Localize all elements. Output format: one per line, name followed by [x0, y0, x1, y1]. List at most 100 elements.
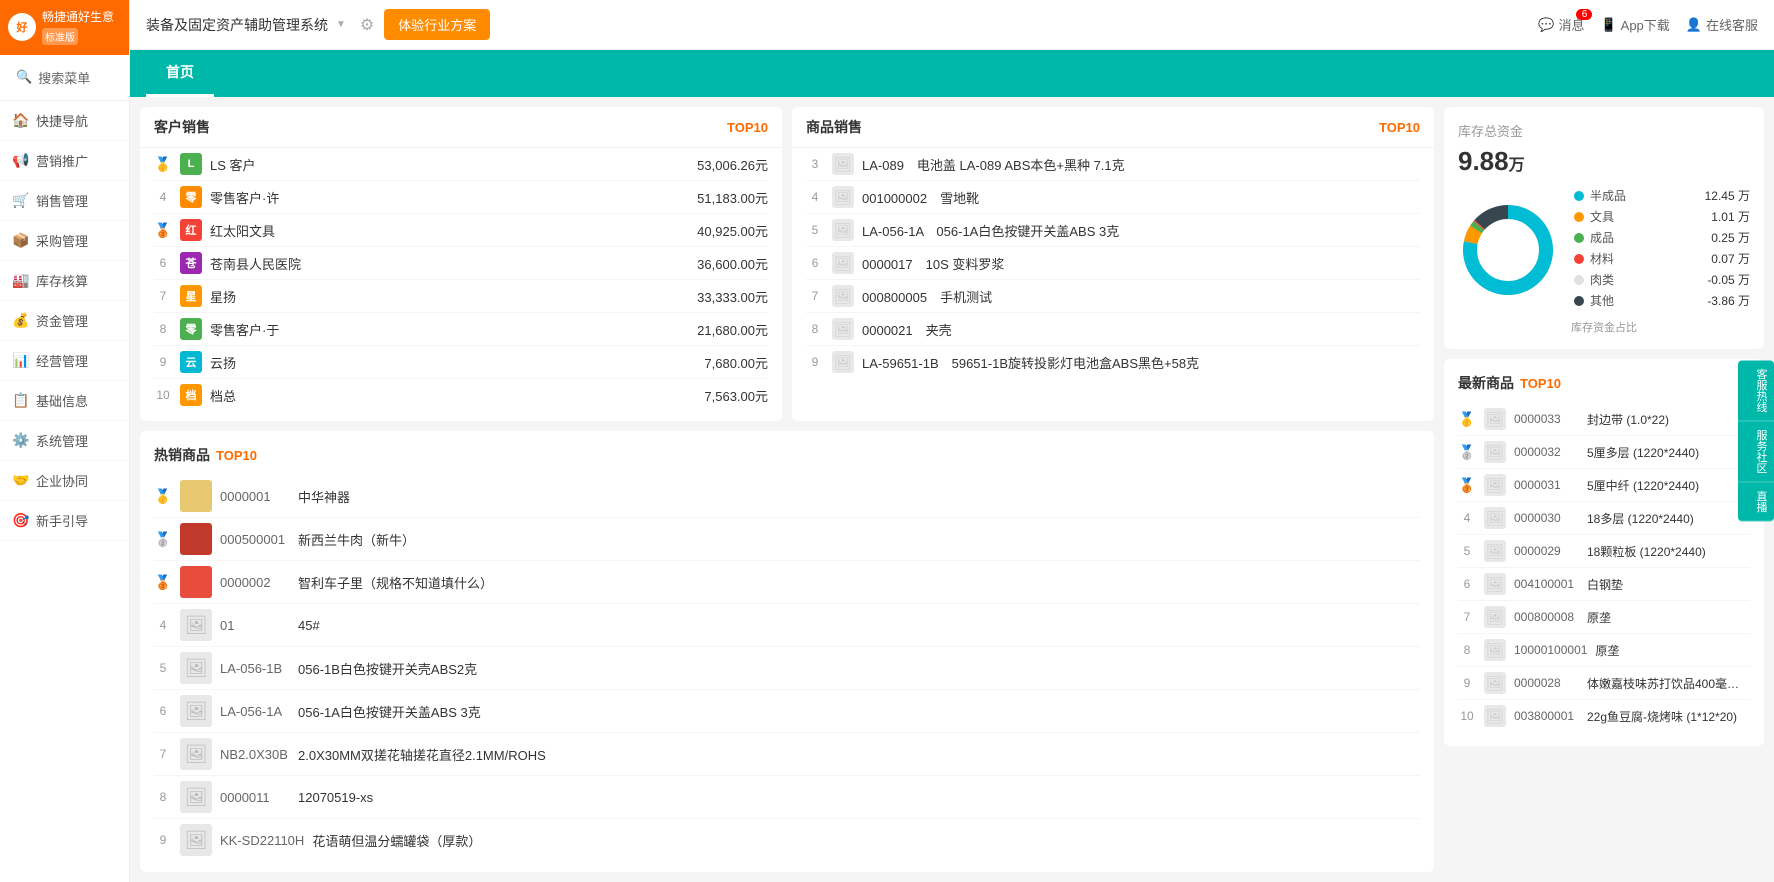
sidebar-item-inventory[interactable]: 🏭 库存核算 — [0, 261, 129, 301]
customer-amount: 33,333.00元 — [697, 287, 768, 306]
sidebar-item-label: 营销推广 — [36, 151, 88, 170]
product-code: 000800008 — [1514, 610, 1579, 624]
rank-number: 4 — [154, 618, 172, 632]
message-button[interactable]: 💬 消息 6 — [1538, 15, 1584, 34]
customer-top10-header: 客户销售 TOP10 — [140, 107, 782, 148]
sidebar-item-label: 经营管理 — [36, 351, 88, 370]
avatar: 苍 — [180, 252, 202, 274]
rank-number: 8 — [154, 322, 172, 336]
rank-number: 9 — [154, 355, 172, 369]
online-service-button[interactable]: 👤 在线客服 — [1686, 15, 1758, 34]
product-code: LA-056-1A — [220, 704, 290, 719]
list-item: 🥇 0000001 中华神器 — [154, 475, 1420, 518]
legend-item: 材料 0.07 万 — [1574, 250, 1750, 267]
customer-name: 云扬 — [210, 353, 696, 372]
float-btn-hotline[interactable]: 客服热线 — [1738, 361, 1774, 422]
list-item: 7 🖼 000800005 手机测试 — [806, 280, 1420, 313]
customer-top10-badge: TOP10 — [727, 120, 768, 135]
product-name: 花语萌但温分蠕罐袋（厚款） — [312, 831, 1420, 850]
product-thumbnail: 🖼 — [180, 781, 212, 813]
sidebar-item-purchase[interactable]: 📦 采购管理 — [0, 221, 129, 261]
sidebar-item-sales[interactable]: 🛒 销售管理 — [0, 181, 129, 221]
list-item: 5 🖼 LA-056-1A 056-1A白色按键开关盖ABS 3克 — [806, 214, 1420, 247]
product-thumbnail: 🖼 — [180, 609, 212, 641]
rank-number: 7 — [1458, 610, 1476, 624]
sidebar-item-quicknav[interactable]: 🏠 快捷导航 — [0, 101, 129, 141]
search-menu-button[interactable]: 🔍 搜索菜单 — [8, 63, 121, 92]
topbar: 装备及固定资产辅助管理系统 ▼ ⚙ 体验行业方案 💬 消息 6 📱 App下载 … — [130, 0, 1774, 50]
product-thumbnail — [180, 523, 212, 555]
try-plan-button[interactable]: 体验行业方案 — [384, 9, 490, 40]
medal-icon: 🥉 — [154, 574, 172, 591]
sidebar-item-label: 采购管理 — [36, 231, 88, 250]
new-products-list: 🥇 🖼 0000033 封边带 (1.0*22) 🥈 🖼 0000032 5厘多… — [1458, 403, 1750, 732]
list-item: 4 🖼 001000002 雪地靴 — [806, 181, 1420, 214]
rank-number: 8 — [1458, 643, 1476, 657]
sidebar-item-operations[interactable]: 📊 经营管理 — [0, 341, 129, 381]
product-name: 5厘多层 (1220*2440) — [1587, 444, 1750, 461]
sidebar-item-collab[interactable]: 🤝 企业协同 — [0, 461, 129, 501]
legend-item: 其他 -3.86 万 — [1574, 292, 1750, 309]
donut-caption: 库存资金占比 — [1458, 319, 1750, 335]
float-btn-community[interactable]: 服务社区 — [1738, 422, 1774, 483]
finance-icon: 💰 — [12, 312, 28, 329]
product-name: 2.0X30MM双搓花轴搓花直径2.1MM/ROHS — [298, 745, 1420, 764]
purchase-icon: 📦 — [12, 232, 28, 249]
product-info: LA-089 电池盖 LA-089 ABS本色+黑种 7.1克 — [862, 155, 1420, 174]
product-code: 01 — [220, 618, 290, 633]
newuser-icon: 🎯 — [12, 512, 28, 529]
product-name: 5厘中纤 (1220*2440) — [1587, 477, 1750, 494]
list-item: 🥇 L LS 客户 53,006.26元 — [154, 148, 768, 181]
home-icon: 🏠 — [12, 112, 28, 129]
product-code: 0000029 — [1514, 544, 1579, 558]
product-img: 🖼 — [1484, 705, 1506, 727]
list-item: 9 云 云扬 7,680.00元 — [154, 346, 768, 379]
legend-item: 半成品 12.45 万 — [1574, 187, 1750, 204]
sidebar-item-finance[interactable]: 💰 资金管理 — [0, 301, 129, 341]
sidebar-item-basicinfo[interactable]: 📋 基础信息 — [0, 381, 129, 421]
product-img: 🖼 — [832, 318, 854, 340]
main-area: 装备及固定资产辅助管理系统 ▼ ⚙ 体验行业方案 💬 消息 6 📱 App下载 … — [130, 0, 1774, 882]
product-name: 智利车子里（规格不知道填什么） — [298, 573, 1420, 592]
float-btn-live[interactable]: 直播 — [1738, 483, 1774, 522]
product-name: 体嫩嘉枝味苏打饮品400毫升 (1*15) — [1587, 675, 1750, 692]
list-item: 4 🖼 0000030 18多层 (1220*2440) — [1458, 502, 1750, 535]
list-item: 🥈 🖼 0000032 5厘多层 (1220*2440) — [1458, 436, 1750, 469]
rank-number: 3 — [806, 157, 824, 171]
customer-top10-panel: 客户销售 TOP10 🥇 L LS 客户 53,006.26元 — [140, 107, 782, 421]
rank-number: 8 — [806, 322, 824, 336]
content-area: 客户销售 TOP10 🥇 L LS 客户 53,006.26元 — [130, 97, 1774, 882]
app-download-button[interactable]: 📱 App下载 — [1600, 15, 1669, 34]
legend-dot — [1574, 254, 1584, 264]
gear-icon[interactable]: ⚙ — [360, 15, 374, 35]
inventory-icon: 🏭 — [12, 272, 28, 289]
avatar: L — [180, 153, 202, 175]
sidebar-item-label: 销售管理 — [36, 191, 88, 210]
list-item: 8 🖼 10000100001 原垄 — [1458, 634, 1750, 667]
system-dropdown-arrow[interactable]: ▼ — [336, 19, 346, 30]
tab-home[interactable]: 首页 — [146, 50, 214, 97]
avatar: 星 — [180, 285, 202, 307]
collab-icon: 🤝 — [12, 472, 28, 489]
product-info: 000800005 手机测试 — [862, 287, 1420, 306]
sidebar-item-label: 快捷导航 — [36, 111, 88, 130]
product-code: 0000028 — [1514, 676, 1579, 690]
avatar: 零 — [180, 318, 202, 340]
hot-products-list: 🥇 0000001 中华神器 🥈 000500001 新西兰牛肉（新牛） 🥉 — [154, 475, 1420, 861]
product-code: 004100001 — [1514, 577, 1579, 591]
list-item: 9 🖼 0000028 体嫩嘉枝味苏打饮品400毫升 (1*15) — [1458, 667, 1750, 700]
sidebar-item-marketing[interactable]: 📢 营销推广 — [0, 141, 129, 181]
sidebar-item-newuser[interactable]: 🎯 新手引导 — [0, 501, 129, 541]
medal-icon: 🥇 — [154, 488, 172, 505]
product-thumbnail: 🖼 — [180, 652, 212, 684]
topbar-right: 💬 消息 6 📱 App下载 👤 在线客服 — [1538, 15, 1758, 34]
list-item: 9 🖼 KK-SD22110H 花语萌但温分蠕罐袋（厚款） — [154, 819, 1420, 861]
list-item: 10 档 档总 7,563.00元 — [154, 379, 768, 411]
list-item: 5 🖼 0000029 18颗粒板 (1220*2440) — [1458, 535, 1750, 568]
product-name: 22g鱼豆腐-烧烤味 (1*12*20) — [1587, 708, 1750, 725]
marketing-icon: 📢 — [12, 152, 28, 169]
product-code: 000500001 — [220, 532, 290, 547]
list-item: 🥉 红 红太阳文具 40,925.00元 — [154, 214, 768, 247]
legend-item: 肉类 -0.05 万 — [1574, 271, 1750, 288]
sidebar-item-system[interactable]: ⚙️ 系统管理 — [0, 421, 129, 461]
